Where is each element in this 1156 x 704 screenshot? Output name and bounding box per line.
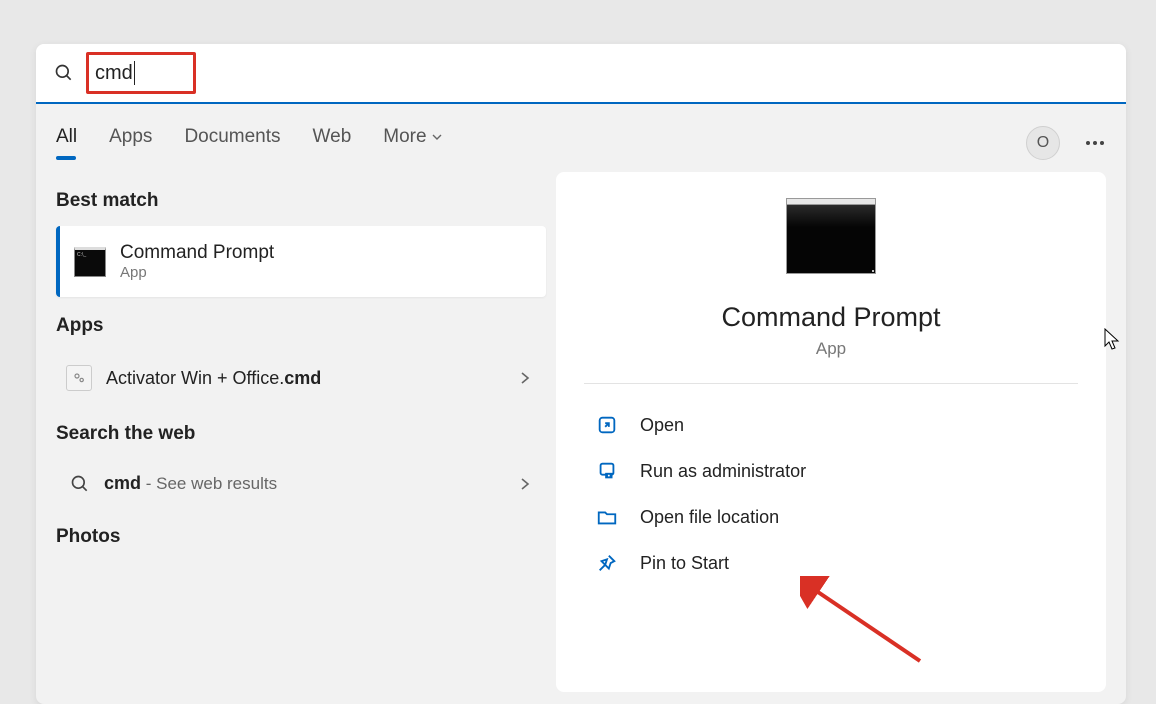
result-title: Command Prompt — [120, 242, 274, 264]
tab-all[interactable]: All — [56, 126, 77, 154]
section-best-match: Best match — [56, 190, 546, 212]
results-column: Best match Command Prompt App Apps Activ… — [56, 172, 546, 692]
search-icon — [70, 474, 90, 494]
action-run-admin[interactable]: Run as administrator — [596, 448, 1066, 494]
open-icon — [596, 414, 618, 436]
search-highlight-box: cmd — [86, 52, 196, 94]
web-result-cmd[interactable]: cmd - See web results — [56, 459, 546, 508]
search-bar[interactable]: cmd — [36, 44, 1126, 104]
action-label: Pin to Start — [640, 553, 729, 574]
preview-title: Command Prompt — [721, 302, 940, 333]
folder-icon — [596, 506, 618, 528]
action-open-location[interactable]: Open file location — [596, 494, 1066, 540]
tab-more-label: More — [383, 126, 426, 148]
action-label: Run as administrator — [640, 461, 806, 482]
action-open[interactable]: Open — [596, 402, 1066, 448]
search-input-text[interactable]: cmd — [95, 62, 133, 85]
start-search-panel: cmd All Apps Documents Web More O Best m… — [36, 44, 1126, 704]
action-label: Open — [640, 415, 684, 436]
best-match-result[interactable]: Command Prompt App — [56, 226, 546, 297]
user-avatar[interactable]: O — [1026, 126, 1060, 160]
web-result-label: cmd - See web results — [104, 473, 277, 494]
search-icon — [54, 63, 74, 83]
tab-more[interactable]: More — [383, 126, 442, 154]
tab-apps[interactable]: Apps — [109, 126, 152, 154]
section-web: Search the web — [56, 423, 546, 445]
app-result-activator[interactable]: Activator Win + Office.cmd — [56, 351, 546, 405]
search-tabs: All Apps Documents Web More O — [36, 104, 1126, 172]
result-subtitle: App — [120, 264, 274, 281]
app-result-label: Activator Win + Office.cmd — [106, 368, 321, 389]
pin-icon — [596, 552, 618, 574]
chevron-right-icon — [520, 477, 530, 491]
gear-icon — [66, 365, 92, 391]
shield-icon — [596, 460, 618, 482]
chevron-down-icon — [431, 131, 443, 143]
text-cursor — [134, 61, 135, 85]
chevron-right-icon — [520, 371, 530, 385]
action-label: Open file location — [640, 507, 779, 528]
preview-pane: Command Prompt App Open Run as administr… — [556, 172, 1106, 692]
tab-documents[interactable]: Documents — [184, 126, 280, 154]
section-photos: Photos — [56, 526, 546, 548]
command-prompt-icon — [74, 247, 106, 277]
preview-subtitle: App — [816, 339, 846, 359]
action-pin-start[interactable]: Pin to Start — [596, 540, 1066, 586]
more-options-button[interactable] — [1086, 141, 1104, 145]
command-prompt-icon-large — [786, 204, 876, 274]
divider — [584, 383, 1078, 384]
section-apps: Apps — [56, 315, 546, 337]
tab-web[interactable]: Web — [313, 126, 352, 154]
